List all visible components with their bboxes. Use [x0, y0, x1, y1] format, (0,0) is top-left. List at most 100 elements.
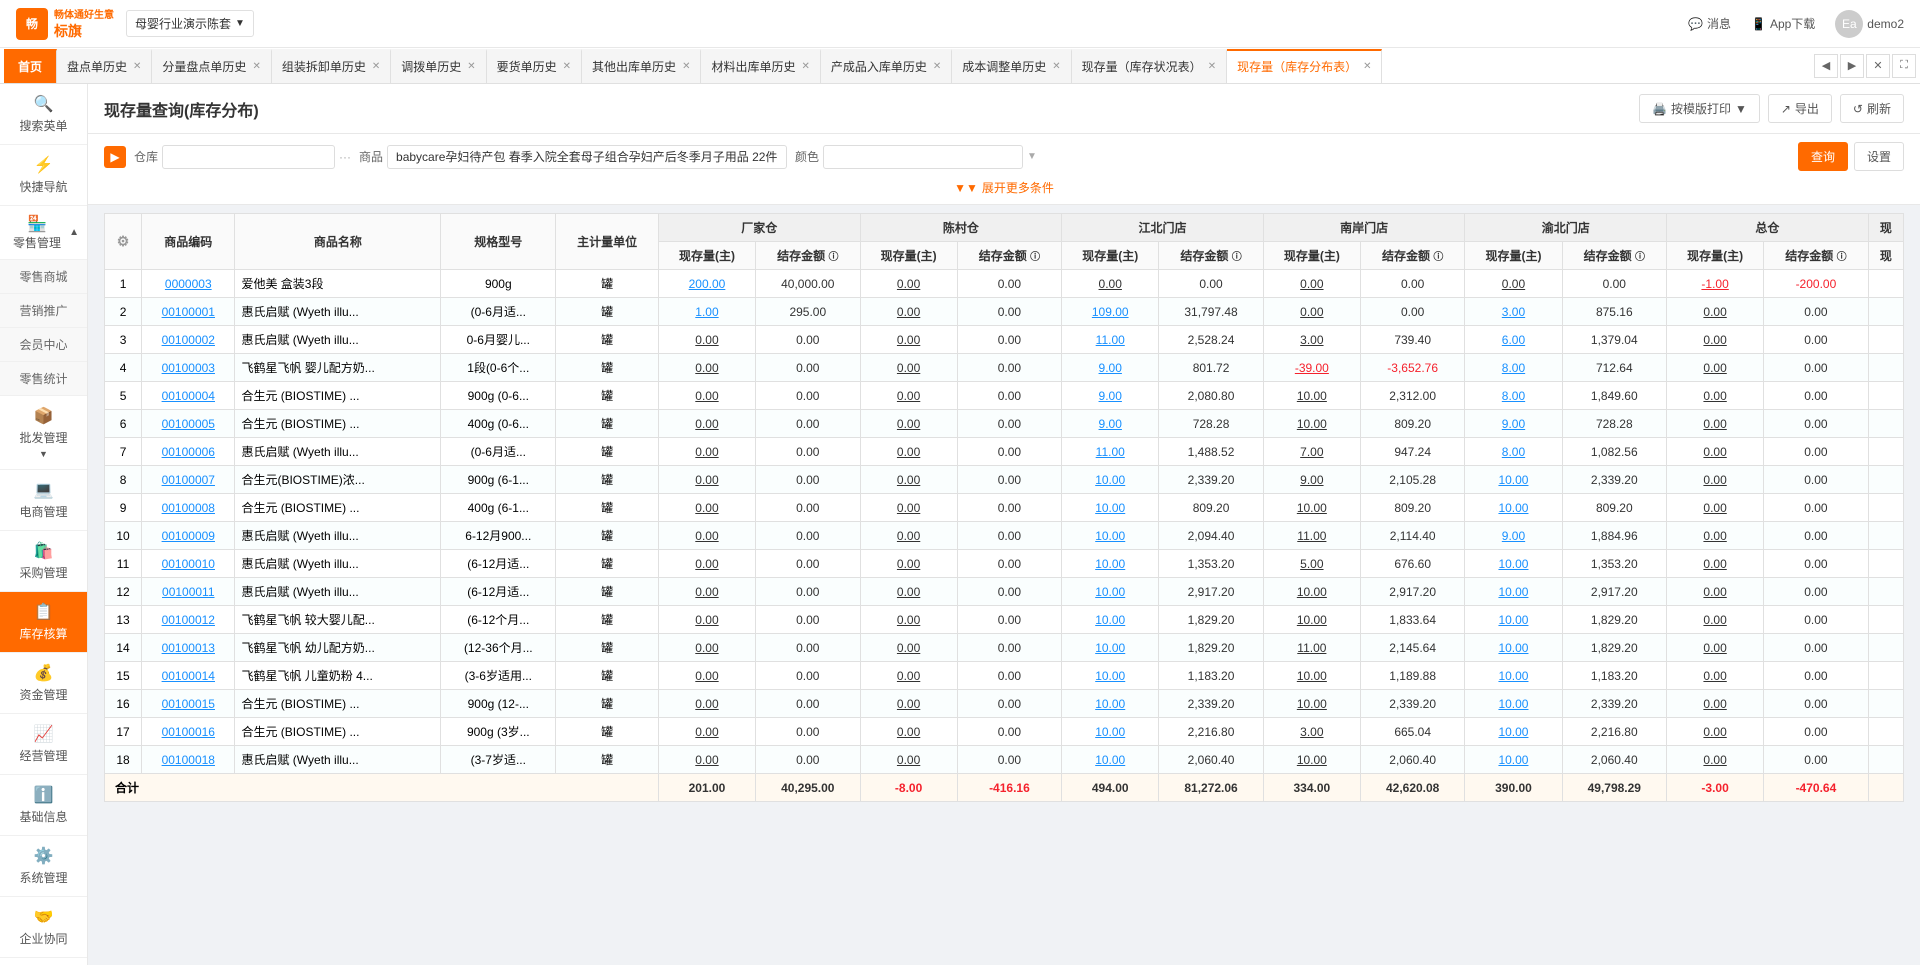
row-jb-qty[interactable]: 10.00	[1062, 746, 1159, 774]
row-yb-qty[interactable]: 10.00	[1465, 578, 1562, 606]
close-icon[interactable]: ✕	[801, 61, 809, 72]
row-yb-qty[interactable]: 8.00	[1465, 354, 1562, 382]
color-input[interactable]	[823, 145, 1023, 169]
row-total-qty[interactable]: 0.00	[1667, 606, 1764, 634]
row-na-qty[interactable]: 10.00	[1263, 746, 1360, 774]
row-code[interactable]: 00100003	[142, 354, 235, 382]
row-jb-qty[interactable]: 10.00	[1062, 662, 1159, 690]
tab-assembly-history[interactable]: 组装拆卸单历史 ✕	[272, 49, 391, 83]
row-yb-qty[interactable]: 8.00	[1465, 438, 1562, 466]
row-cc-qty[interactable]: 0.00	[860, 718, 957, 746]
row-yb-qty[interactable]: 9.00	[1465, 410, 1562, 438]
close-icon[interactable]: ✕	[1208, 61, 1216, 72]
sidebar-item-nav[interactable]: ⚡ 快捷导航	[0, 145, 87, 206]
sidebar-item-finance[interactable]: 💰 资金管理	[0, 653, 87, 714]
tab-sub-inventory-history[interactable]: 分量盘点单历史 ✕	[152, 49, 271, 83]
row-na-qty[interactable]: 5.00	[1263, 550, 1360, 578]
row-fc-qty[interactable]: 0.00	[658, 438, 755, 466]
row-cc-qty[interactable]: 0.00	[860, 606, 957, 634]
row-jb-qty[interactable]: 10.00	[1062, 466, 1159, 494]
row-yb-qty[interactable]: 10.00	[1465, 718, 1562, 746]
row-yb-qty[interactable]: 10.00	[1465, 550, 1562, 578]
row-total-qty[interactable]: 0.00	[1667, 466, 1764, 494]
row-jb-qty[interactable]: 9.00	[1062, 354, 1159, 382]
product-input[interactable]	[387, 145, 787, 169]
row-fc-qty[interactable]: 1.00	[658, 298, 755, 326]
row-total-qty[interactable]: 0.00	[1667, 522, 1764, 550]
row-code[interactable]: 00100009	[142, 522, 235, 550]
row-cc-qty[interactable]: 0.00	[860, 438, 957, 466]
row-total-qty[interactable]: 0.00	[1667, 326, 1764, 354]
close-icon[interactable]: ✕	[133, 61, 141, 72]
row-fc-qty[interactable]: 0.00	[658, 494, 755, 522]
row-code[interactable]: 00100002	[142, 326, 235, 354]
row-fc-qty[interactable]: 0.00	[658, 718, 755, 746]
row-na-qty[interactable]: 10.00	[1263, 382, 1360, 410]
row-yb-qty[interactable]: 6.00	[1465, 326, 1562, 354]
row-jb-qty[interactable]: 10.00	[1062, 690, 1159, 718]
sidebar-item-enterprise[interactable]: 🤝 企业协同	[0, 897, 87, 958]
row-jb-qty[interactable]: 11.00	[1062, 438, 1159, 466]
row-total-qty[interactable]: 0.00	[1667, 578, 1764, 606]
close-icon[interactable]: ✕	[1363, 61, 1371, 72]
row-total-qty[interactable]: 0.00	[1667, 298, 1764, 326]
filter-arrow-btn[interactable]: ▶	[104, 146, 126, 168]
row-jb-qty[interactable]: 10.00	[1062, 606, 1159, 634]
row-fc-qty[interactable]: 0.00	[658, 746, 755, 774]
row-jb-qty[interactable]: 10.00	[1062, 634, 1159, 662]
tab-close-all-btn[interactable]: ✕	[1866, 54, 1890, 78]
sidebar-item-marketing[interactable]: 营销推广	[0, 294, 87, 328]
sidebar-item-search[interactable]: 🔍 搜索英单	[0, 84, 87, 145]
row-cc-qty[interactable]: 0.00	[860, 634, 957, 662]
user-area[interactable]: Ea demo2	[1835, 10, 1904, 38]
sidebar-item-inventory[interactable]: 📋 库存核算	[0, 592, 87, 653]
row-code[interactable]: 00100018	[142, 746, 235, 774]
row-jb-qty[interactable]: 9.00	[1062, 382, 1159, 410]
tab-prev-btn[interactable]: ◀	[1814, 54, 1838, 78]
row-total-qty[interactable]: 0.00	[1667, 718, 1764, 746]
row-code[interactable]: 00100014	[142, 662, 235, 690]
row-na-qty[interactable]: 10.00	[1263, 578, 1360, 606]
row-yb-qty[interactable]: 10.00	[1465, 494, 1562, 522]
row-cc-qty[interactable]: 0.00	[860, 354, 957, 382]
close-icon[interactable]: ✕	[372, 61, 380, 72]
tab-cost-adjust-history[interactable]: 成本调整单历史 ✕	[952, 49, 1071, 83]
row-fc-qty[interactable]: 0.00	[658, 550, 755, 578]
row-total-qty[interactable]: 0.00	[1667, 494, 1764, 522]
row-jb-qty[interactable]: 109.00	[1062, 298, 1159, 326]
row-na-qty[interactable]: 11.00	[1263, 634, 1360, 662]
row-code[interactable]: 00100004	[142, 382, 235, 410]
row-jb-qty[interactable]: 10.00	[1062, 522, 1159, 550]
row-total-qty[interactable]: 0.00	[1667, 410, 1764, 438]
row-cc-qty[interactable]: 0.00	[860, 382, 957, 410]
row-fc-qty[interactable]: 0.00	[658, 410, 755, 438]
close-icon[interactable]: ✕	[933, 61, 941, 72]
row-code[interactable]: 00100016	[142, 718, 235, 746]
row-fc-qty[interactable]: 0.00	[658, 662, 755, 690]
row-na-qty[interactable]: -39.00	[1263, 354, 1360, 382]
close-icon[interactable]: ✕	[252, 61, 260, 72]
tab-transfer-history[interactable]: 调拨单历史 ✕	[391, 49, 486, 83]
settings-icon[interactable]: ⚙	[117, 233, 130, 249]
row-fc-qty[interactable]: 0.00	[658, 634, 755, 662]
row-yb-qty[interactable]: 10.00	[1465, 466, 1562, 494]
row-na-qty[interactable]: 10.00	[1263, 662, 1360, 690]
close-icon[interactable]: ✕	[682, 61, 690, 72]
expand-btn[interactable]: ▼▼ 展开更多条件	[954, 179, 1054, 196]
tab-order-history[interactable]: 要货单历史 ✕	[487, 49, 582, 83]
row-cc-qty[interactable]: 0.00	[860, 690, 957, 718]
row-jb-qty[interactable]: 10.00	[1062, 550, 1159, 578]
tab-product-in-history[interactable]: 产成品入库单历史 ✕	[821, 49, 952, 83]
row-fc-qty[interactable]: 200.00	[658, 270, 755, 298]
row-cc-qty[interactable]: 0.00	[860, 662, 957, 690]
row-na-qty[interactable]: 3.00	[1263, 326, 1360, 354]
sidebar-item-system[interactable]: ⚙️ 系统管理	[0, 836, 87, 897]
row-cc-qty[interactable]: 0.00	[860, 746, 957, 774]
row-na-qty[interactable]: 9.00	[1263, 466, 1360, 494]
close-icon[interactable]: ✕	[467, 61, 475, 72]
row-na-qty[interactable]: 7.00	[1263, 438, 1360, 466]
refresh-btn[interactable]: ↺ 刷新	[1840, 94, 1904, 123]
row-code[interactable]: 00100011	[142, 578, 235, 606]
row-yb-qty[interactable]: 10.00	[1465, 662, 1562, 690]
sidebar-item-operations[interactable]: 📈 经营管理	[0, 714, 87, 775]
